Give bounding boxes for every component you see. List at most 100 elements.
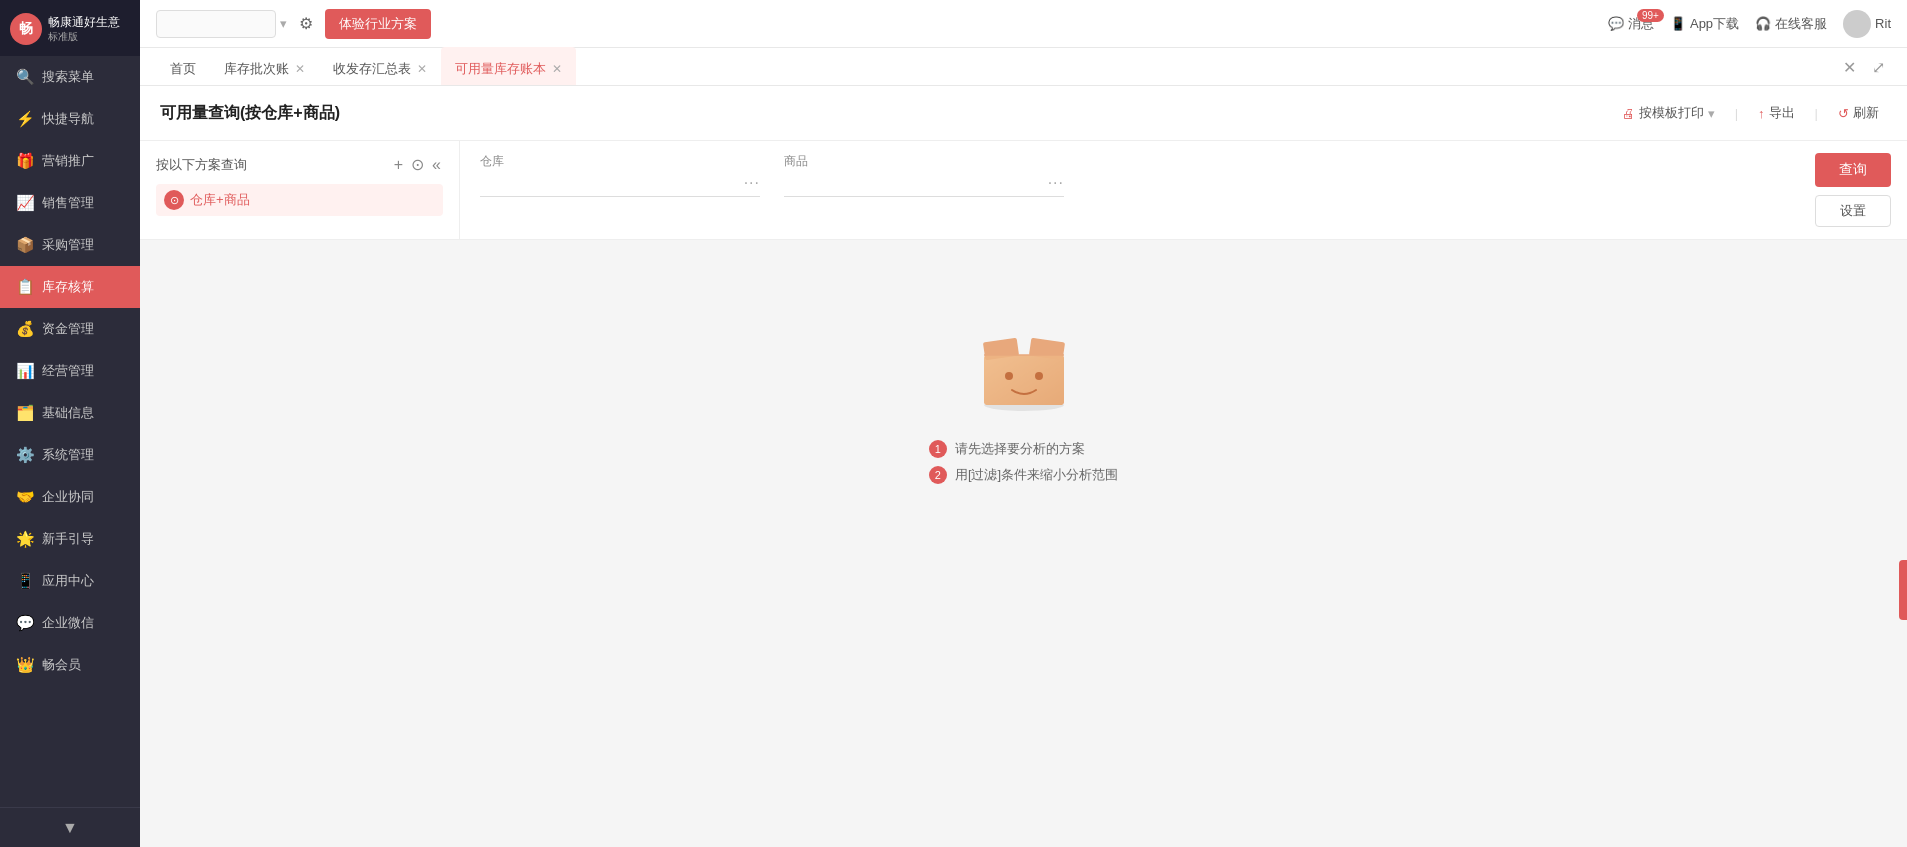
sidebar-item-sales[interactable]: 📈 销售管理 bbox=[0, 182, 140, 224]
close-all-tabs-button[interactable]: ✕ bbox=[1837, 55, 1862, 78]
dropdown-arrow-icon[interactable]: ▾ bbox=[1708, 106, 1715, 121]
divider2: | bbox=[1815, 106, 1818, 121]
refresh-label: 刷新 bbox=[1853, 104, 1879, 122]
gear-icon: ⚙️ bbox=[16, 446, 34, 464]
right-scroll-handle[interactable] bbox=[1899, 560, 1907, 620]
message-icon-item[interactable]: 💬 消息 99+ bbox=[1608, 15, 1654, 33]
query-fields-area: 仓库 ··· 商品 ··· bbox=[460, 141, 1799, 239]
scheme-item-warehouse-product[interactable]: ⊙ 仓库+商品 bbox=[156, 184, 443, 216]
product-field: 商品 ··· bbox=[784, 153, 1064, 197]
sidebar-item-label: 销售管理 bbox=[42, 194, 94, 212]
tab-home[interactable]: 首页 bbox=[156, 47, 210, 85]
sidebar-item-inventory[interactable]: 📋 库存核算 bbox=[0, 266, 140, 308]
query-schemes-panel: 按以下方案查询 + ⊙ « ⊙ 仓库+商品 bbox=[140, 141, 460, 239]
collapse-scheme-button[interactable]: « bbox=[430, 154, 443, 176]
bar-chart-icon: 📊 bbox=[16, 362, 34, 380]
add-scheme-button[interactable]: + bbox=[392, 154, 405, 176]
empty-box-svg bbox=[964, 300, 1084, 420]
sidebar-brand: 畅康通好生意 标准版 bbox=[48, 14, 120, 45]
sidebar-item-label: 企业微信 bbox=[42, 614, 94, 632]
sidebar-item-label: 搜索菜单 bbox=[42, 68, 94, 86]
brand-name: 畅康通好生意 bbox=[48, 14, 120, 31]
tab-available-label: 可用量库存账本 bbox=[455, 60, 546, 78]
brand-sub: 标准版 bbox=[48, 30, 120, 44]
topbar-search-area: ▾ bbox=[156, 10, 287, 38]
refresh-button[interactable]: ↺ 刷新 bbox=[1830, 100, 1887, 126]
print-button[interactable]: 🖨 按模板打印 ▾ bbox=[1614, 100, 1723, 126]
sidebar-item-marketing[interactable]: 🎁 营销推广 bbox=[0, 140, 140, 182]
warehouse-dots-button[interactable]: ··· bbox=[744, 174, 760, 192]
tab-batch-close[interactable]: ✕ bbox=[295, 63, 305, 75]
sidebar-item-newbie[interactable]: 🌟 新手引导 bbox=[0, 518, 140, 560]
page-header-actions: 🖨 按模板打印 ▾ | ↑ 导出 | ↺ 刷新 bbox=[1614, 100, 1887, 126]
product-dots-button[interactable]: ··· bbox=[1048, 174, 1064, 192]
industry-solution-button[interactable]: 体验行业方案 bbox=[325, 9, 431, 39]
empty-tips: 1 请先选择要分析的方案 2 用[过滤]条件来缩小分析范围 bbox=[929, 440, 1118, 484]
scheme-label: 仓库+商品 bbox=[190, 191, 250, 209]
sidebar-item-system[interactable]: ⚙️ 系统管理 bbox=[0, 434, 140, 476]
svg-rect-5 bbox=[984, 355, 1064, 405]
expand-button[interactable]: ⤢ bbox=[1866, 55, 1891, 78]
tip-num-1: 1 bbox=[929, 440, 947, 458]
scroll-down-btn[interactable]: ▼ bbox=[52, 815, 88, 841]
gift-icon: 🎁 bbox=[16, 152, 34, 170]
sidebar-bottom: ▼ bbox=[0, 807, 140, 847]
online-service-label: 在线客服 bbox=[1775, 15, 1827, 33]
dropdown-chevron-icon[interactable]: ▾ bbox=[280, 16, 287, 31]
sidebar-item-label: 快捷导航 bbox=[42, 110, 94, 128]
sidebar-item-label: 营销推广 bbox=[42, 152, 94, 170]
tab-available-close[interactable]: ✕ bbox=[552, 63, 562, 75]
sidebar-item-finance[interactable]: 💰 资金管理 bbox=[0, 308, 140, 350]
app-download-item[interactable]: 📱 App下载 bbox=[1670, 15, 1739, 33]
search-icon: 🔍 bbox=[16, 68, 34, 86]
export-button[interactable]: ↑ 导出 bbox=[1750, 100, 1803, 126]
settings-scheme-button[interactable]: ⊙ bbox=[409, 153, 426, 176]
mobile-icon: 📱 bbox=[16, 572, 34, 590]
tab-summary-label: 收发存汇总表 bbox=[333, 60, 411, 78]
user-avatar-item[interactable]: Rit bbox=[1843, 10, 1891, 38]
sidebar-item-label: 经营管理 bbox=[42, 362, 94, 380]
sidebar-item-operations[interactable]: 📊 经营管理 bbox=[0, 350, 140, 392]
chart-icon: 📈 bbox=[16, 194, 34, 212]
tab-available[interactable]: 可用量库存账本 ✕ bbox=[441, 47, 576, 85]
tab-batch-label: 库存批次账 bbox=[224, 60, 289, 78]
folder-icon: 🗂️ bbox=[16, 404, 34, 422]
tab-batch[interactable]: 库存批次账 ✕ bbox=[210, 47, 319, 85]
query-area: 按以下方案查询 + ⊙ « ⊙ 仓库+商品 仓库 bbox=[140, 141, 1907, 240]
product-input[interactable] bbox=[784, 176, 1044, 191]
tab-home-label: 首页 bbox=[170, 60, 196, 78]
empty-tip-1: 1 请先选择要分析的方案 bbox=[929, 440, 1118, 458]
print-label: 按模板打印 bbox=[1639, 104, 1704, 122]
topbar-search-input[interactable] bbox=[156, 10, 276, 38]
mobile-download-icon: 📱 bbox=[1670, 16, 1686, 31]
sidebar-item-label: 应用中心 bbox=[42, 572, 94, 590]
lightning-icon: ⚡ bbox=[16, 110, 34, 128]
sidebar-item-search[interactable]: 🔍 搜索菜单 bbox=[0, 56, 140, 98]
topbar-gear-icon[interactable]: ⚙ bbox=[295, 10, 317, 37]
sidebar-item-label: 企业协同 bbox=[42, 488, 94, 506]
empty-state: 1 请先选择要分析的方案 2 用[过滤]条件来缩小分析范围 bbox=[140, 240, 1907, 544]
sidebar-item-shortcut[interactable]: ⚡ 快捷导航 bbox=[0, 98, 140, 140]
sidebar-item-member[interactable]: 👑 畅会员 bbox=[0, 644, 140, 686]
sidebar-item-appcenter[interactable]: 📱 应用中心 bbox=[0, 560, 140, 602]
user-name: Rit bbox=[1875, 16, 1891, 31]
sidebar-item-label: 资金管理 bbox=[42, 320, 94, 338]
handshake-icon: 🤝 bbox=[16, 488, 34, 506]
avatar bbox=[1843, 10, 1871, 38]
page-content: 可用量查询(按仓库+商品) 🖨 按模板打印 ▾ | ↑ 导出 | ↺ 刷新 bbox=[140, 86, 1907, 847]
sidebar-item-wechat[interactable]: 💬 企业微信 bbox=[0, 602, 140, 644]
box-icon: 📦 bbox=[16, 236, 34, 254]
settings-button[interactable]: 设置 bbox=[1815, 195, 1891, 227]
sidebar-item-base[interactable]: 🗂️ 基础信息 bbox=[0, 392, 140, 434]
query-button[interactable]: 查询 bbox=[1815, 153, 1891, 187]
tab-summary-close[interactable]: ✕ bbox=[417, 63, 427, 75]
query-schemes-header: 按以下方案查询 + ⊙ « bbox=[156, 153, 443, 176]
export-label: 导出 bbox=[1769, 104, 1795, 122]
tab-summary[interactable]: 收发存汇总表 ✕ bbox=[319, 47, 441, 85]
message-badge: 99+ bbox=[1637, 9, 1664, 22]
tip-text-1: 请先选择要分析的方案 bbox=[955, 440, 1085, 458]
sidebar-item-enterprise[interactable]: 🤝 企业协同 bbox=[0, 476, 140, 518]
warehouse-input[interactable] bbox=[480, 176, 740, 191]
sidebar-item-purchase[interactable]: 📦 采购管理 bbox=[0, 224, 140, 266]
online-service-item[interactable]: 🎧 在线客服 bbox=[1755, 15, 1827, 33]
